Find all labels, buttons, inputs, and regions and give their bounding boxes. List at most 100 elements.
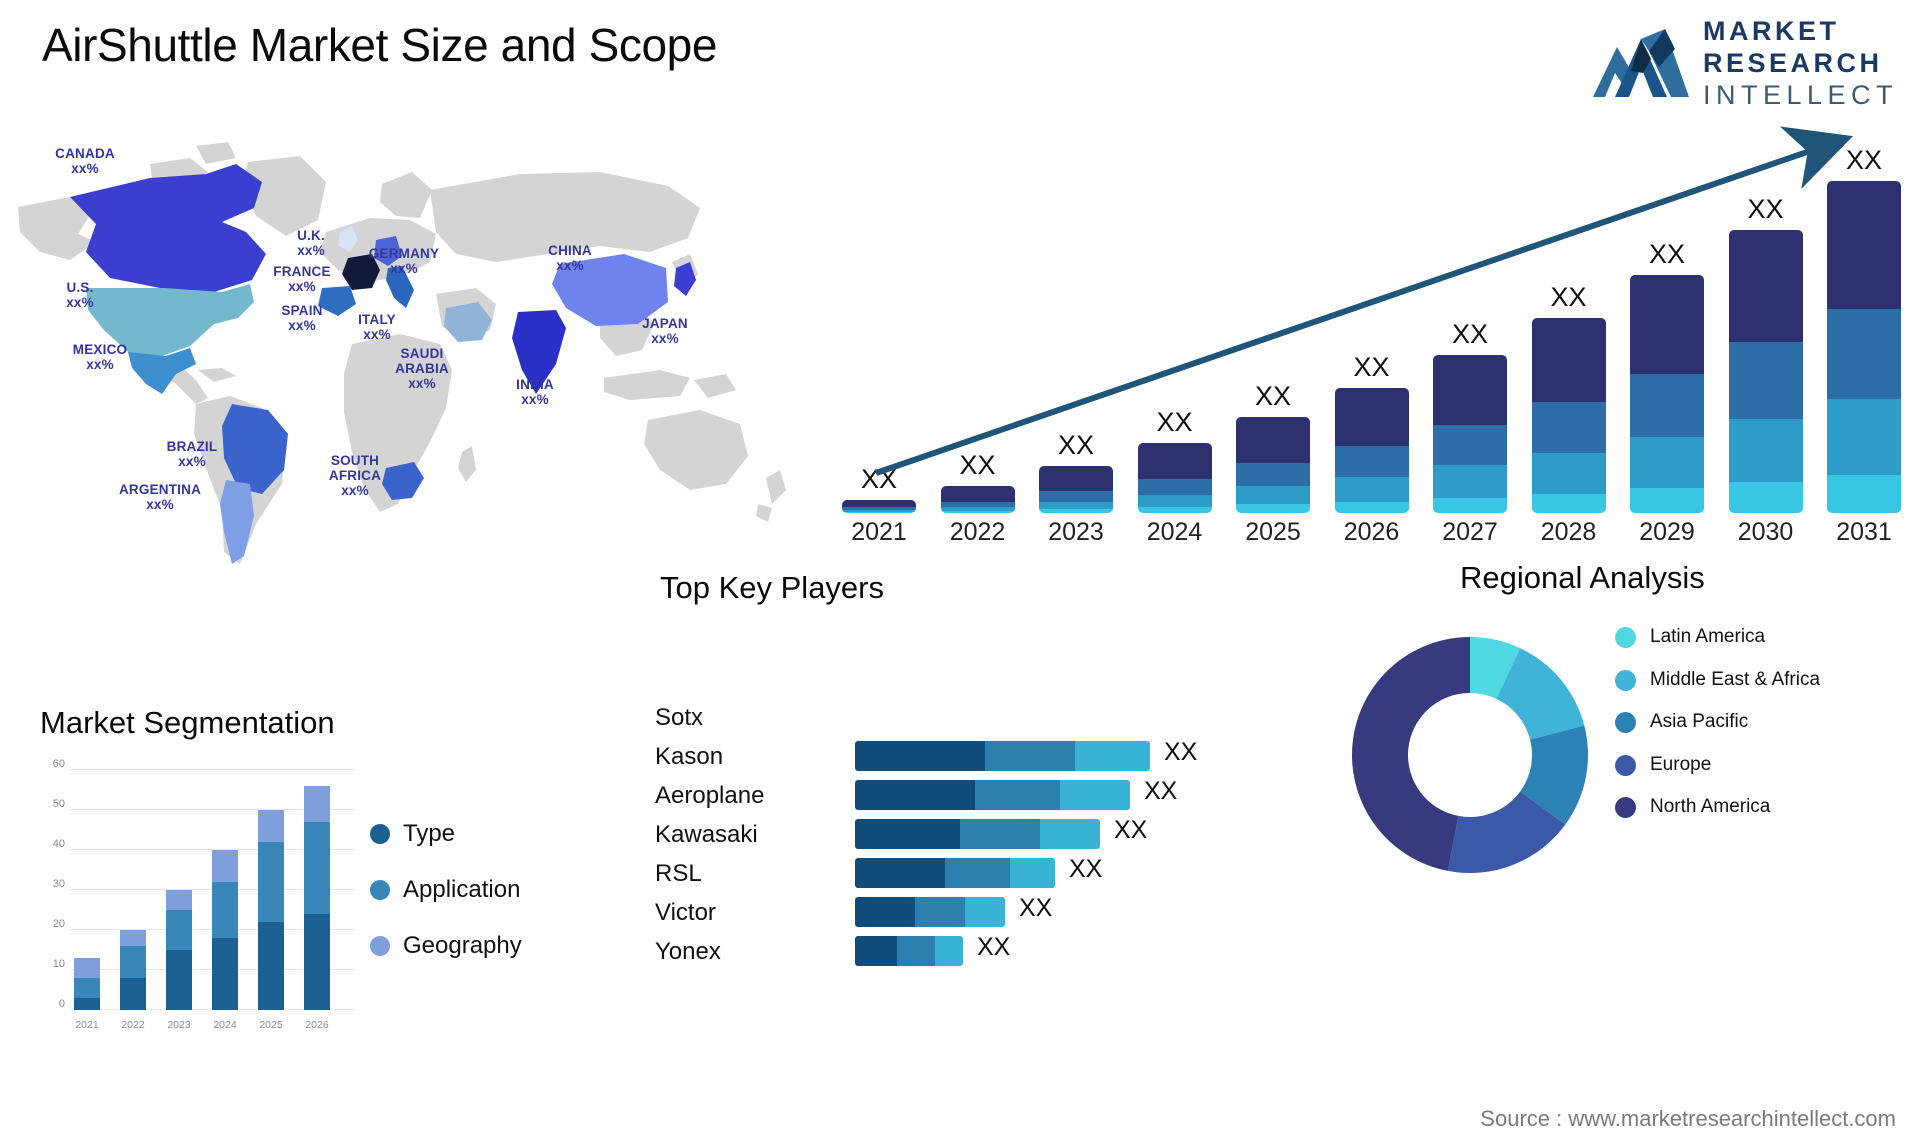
source-attribution: Source : www.marketresearchintellect.com [1480,1106,1896,1131]
column-year-label: 2022 [949,518,1006,546]
donut-slice-north-america [1352,637,1470,871]
player-value-label: XX [1019,894,1053,922]
regional-legend-item: Europe [1615,753,1820,777]
map-country-percent: xx% [363,327,391,343]
header: AirShuttle Market Size and Scope MARKET … [0,0,1920,120]
map-country-name: U.K. [297,228,325,243]
map-label-india: INDIA xx% [475,377,595,407]
column-segment-segment-1 [1630,275,1704,374]
segmentation-segment-geography [166,890,192,910]
column-segment-segment-1 [1236,416,1310,464]
player-bar-segment-3 [1060,780,1130,810]
player-bar-segment-1 [855,936,897,966]
column-group: XX [1827,145,1901,513]
column-stack: XX [1630,239,1704,513]
segmentation-legend: Type Application Geography [370,820,522,988]
player-bar-segment-3 [1010,858,1055,888]
column-segment-segment-4 [1236,504,1310,513]
player-bar-segment-3 [935,936,963,966]
map-label-saudi-arabia: SAUDI ARABIA xx% [362,346,482,391]
segmentation-segment-type [304,914,330,1010]
segmentation-legend-item: Geography [370,932,522,960]
segmentation-x-tick: 2021 [75,1019,99,1031]
segmentation-y-tick: 60 [52,758,65,770]
player-bar [855,897,1005,927]
segmentation-y-tick: 40 [52,838,65,850]
column-group: XX [1433,319,1507,513]
segmentation-bar [212,850,238,1010]
segmentation-y-tick: 0 [58,998,65,1010]
column-group: XX [940,450,1015,513]
column-segment-segment-2 [1236,463,1310,487]
segmentation-segment-geography [212,850,238,882]
column-segment-segment-4 [1433,497,1507,513]
map-label-brazil: BRAZIL xx% [132,439,252,469]
map-country-name: CHINA [548,243,592,258]
legend-dot-icon [1615,754,1636,776]
column-segment-segment-4 [1334,501,1409,513]
column-year-label: 2029 [1639,518,1695,546]
map-country-name: ARGENTINA [118,482,202,497]
player-bar [855,936,963,966]
player-value-label: XX [1164,738,1198,766]
column-segment-segment-2 [1630,373,1704,437]
segmentation-bar [258,810,284,1010]
regional-legend: Latin America Middle East & Africa Asia Pa… [1615,625,1820,838]
legend-dot-icon [1615,797,1636,819]
segmentation-bar [166,890,192,1010]
column-stack: XX [1236,381,1310,513]
player-bar-segment-2 [897,936,935,966]
column-segment-segment-1 [1137,443,1212,479]
column-plot-area: XX XX XX XX XX XX XX XX XX XX XX [828,118,1913,513]
brand-logo: MARKET RESEARCH INTELLECT [1592,16,1898,109]
column-group: XX [1630,239,1704,513]
segmentation-y-tick: 30 [52,878,65,890]
regional-legend-item: Asia Pacific [1615,710,1820,734]
column-segment-segment-3 [1531,452,1606,494]
market-segmentation-title: Market Segmentation [40,705,335,740]
column-segment-segment-1 [1334,388,1409,447]
segmentation-y-tick: 50 [52,798,65,810]
segmentation-x-tick: 2023 [167,1019,191,1031]
segmentation-segment-application [166,910,192,950]
segmentation-legend-label: Type [403,820,456,847]
regional-analysis-title: Regional Analysis [1460,560,1705,595]
mountain-logo-icon [1592,28,1689,97]
column-segment-segment-1 [940,486,1015,502]
map-country-name: SOUTH AFRICA [328,453,382,484]
player-bar-segment-1 [855,858,945,888]
map-label-italy: ITALY xx% [317,312,437,342]
column-segment-segment-2 [1137,478,1212,495]
map-country-percent: xx% [390,261,418,277]
column-segment-segment-2 [1531,402,1606,453]
player-bar-segment-2 [985,741,1075,771]
column-group: XX [1728,194,1803,513]
map-label-u-s-: U.S. xx% [20,280,140,310]
segmentation-segment-type [166,950,192,1010]
top-key-players-panel: Top Key Players Sotx Kason XX Aeroplane XX Ka… [655,570,1275,1110]
column-segment-segment-4 [1728,481,1803,513]
segmentation-segment-application [212,882,238,938]
player-bar [855,780,1130,810]
player-bar-segment-1 [855,780,975,810]
map-label-canada: CANADA xx% [25,146,145,176]
market-segmentation-panel: Market Segmentation 60 50 40 30 20 10 0 2021 202… [40,705,640,1105]
column-segment-segment-4 [1827,474,1901,513]
legend-dot-icon [1615,627,1636,648]
segmentation-legend-item: Type [370,820,522,848]
player-value-label: XX [1069,855,1103,883]
map-country-percent: xx% [288,279,316,295]
player-name-label: Kason [655,743,724,770]
segmentation-segment-geography [258,810,284,842]
logo-line-market: MARKET [1702,16,1840,46]
map-label-germany: GERMANY xx% [344,246,464,276]
column-year-label: 2030 [1737,518,1794,546]
player-name-label: RSL [655,860,702,887]
legend-dot-icon [1615,712,1636,734]
column-segment-segment-1 [1039,466,1113,492]
column-group: XX [1531,282,1606,513]
map-country-name: JAPAN [642,316,688,331]
column-stack: XX [1531,282,1606,513]
column-stack: XX [1137,407,1212,513]
column-segment-segment-1 [1827,181,1901,309]
